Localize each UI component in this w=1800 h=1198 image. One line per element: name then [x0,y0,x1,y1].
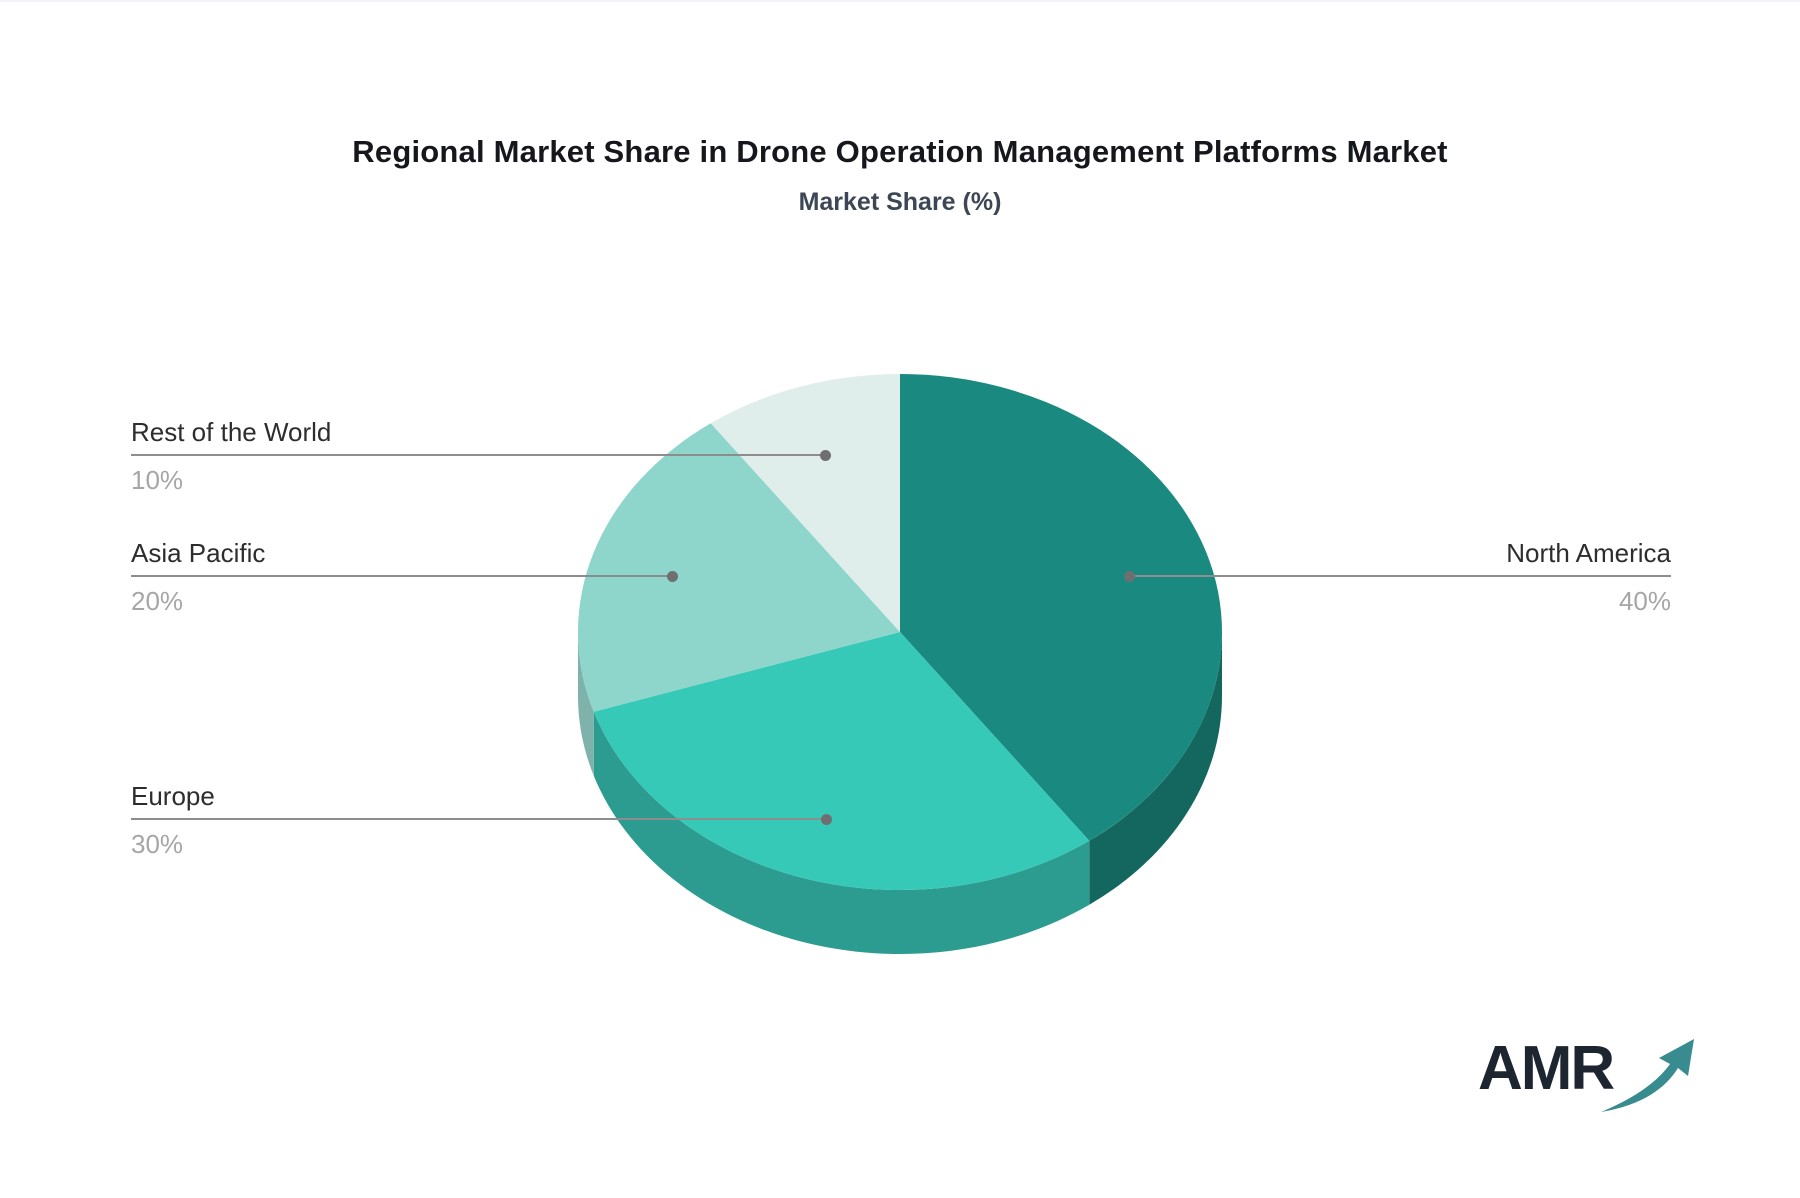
chart-canvas: Regional Market Share in Drone Operation… [0,2,1800,1198]
leader-line-asia-pacific [131,570,678,582]
leader-dot-rest-of-the-world [820,449,831,461]
slice-value-rest-of-the-world: 10% [131,465,184,495]
slice-label-europe: Europe [131,781,215,811]
callout-north-america: North America 40% [1124,538,1671,616]
callout-europe: Europe 30% [131,781,832,859]
slice-value-europe: 30% [131,829,184,859]
amr-logo: AMR [1478,1038,1699,1116]
slice-label-north-america: North America [1506,538,1671,568]
callout-asia-pacific: Asia Pacific 20% [131,538,678,616]
leader-dot-europe [821,813,832,825]
leader-line-rest-of-the-world [131,449,831,461]
amr-logo-text: AMR [1478,1034,1615,1103]
leader-line-europe [131,813,832,825]
slice-label-asia-pacific: Asia Pacific [131,538,266,568]
callout-rest-of-the-world: Rest of the World 10% [131,417,831,495]
amr-logo-arrow-icon [1601,1039,1695,1112]
slice-value-asia-pacific: 20% [131,586,184,616]
leader-line-north-america [1124,570,1671,582]
leader-dot-north-america [1124,570,1135,582]
slice-label-rest-of-the-world: Rest of the World [131,417,332,447]
amr-logo-arrow-path [1601,1039,1695,1112]
slice-value-north-america: 40% [1618,586,1671,616]
leader-dot-asia-pacific [667,570,678,582]
